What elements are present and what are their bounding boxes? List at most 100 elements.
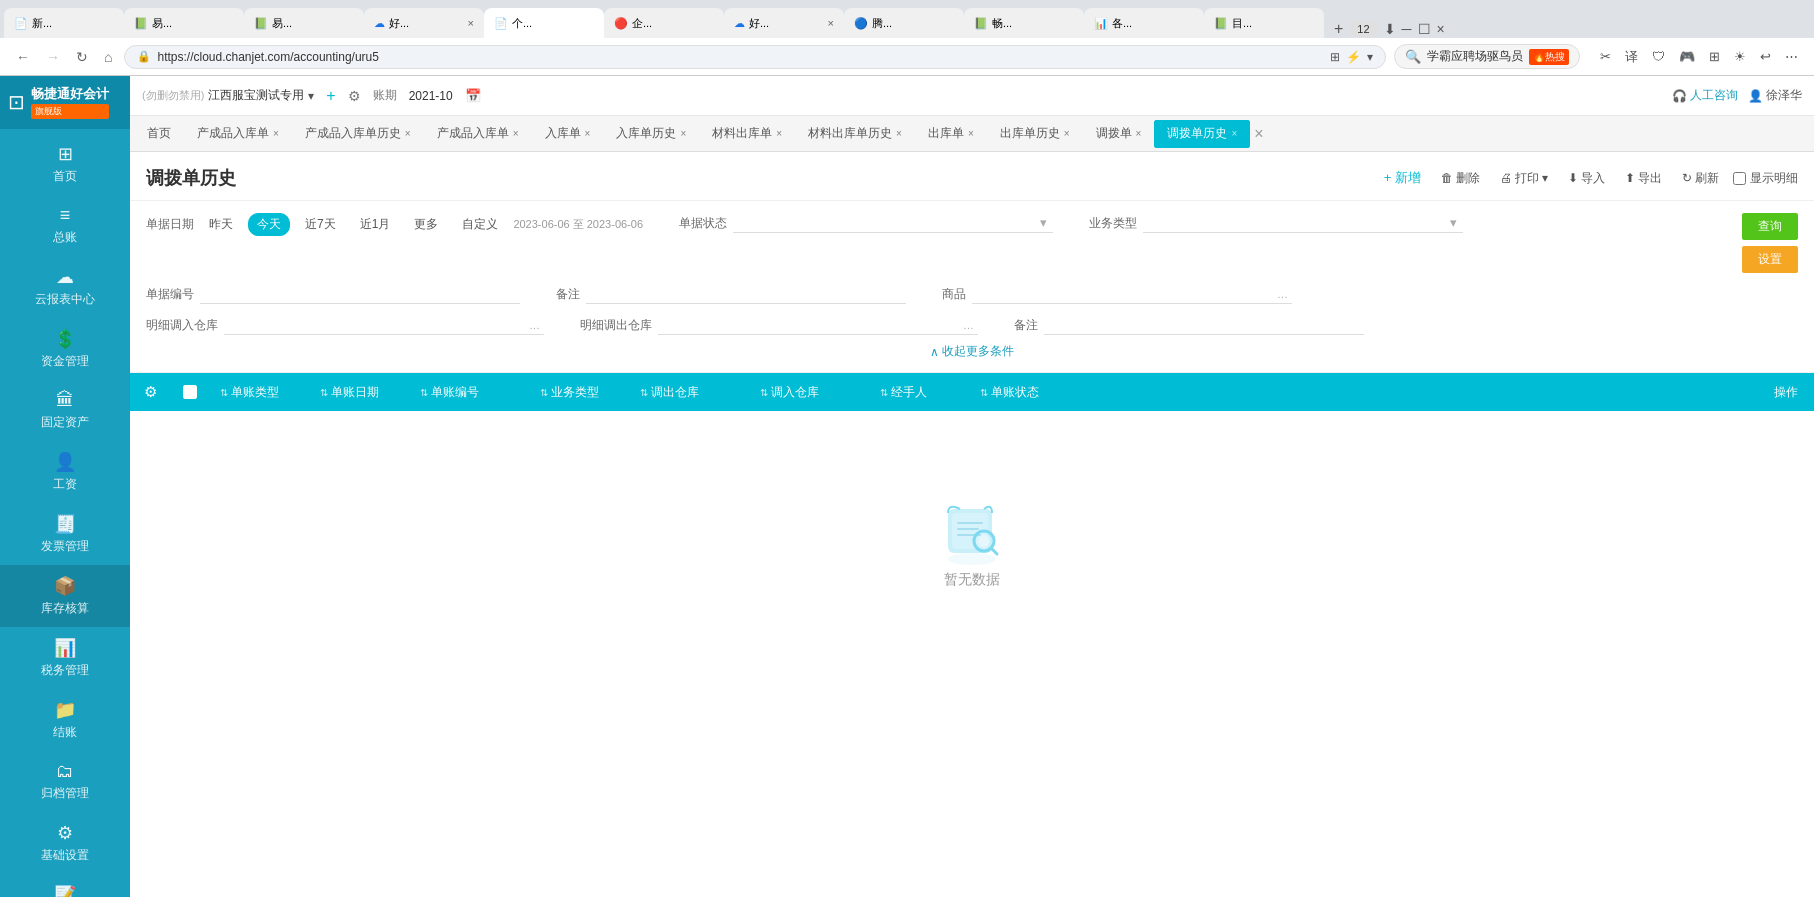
docno-input[interactable]	[200, 285, 520, 304]
sidebar-item-tax[interactable]: 📊 税务管理	[0, 627, 130, 689]
consultation-btn[interactable]: 🎧 人工咨询	[1672, 87, 1738, 104]
th-type[interactable]: ⇅ 单账类型	[210, 384, 310, 401]
browser-tab-7[interactable]: ☁ 好... ×	[724, 8, 844, 38]
menu-icon[interactable]: ⋯	[1781, 47, 1802, 66]
goods-ellipsis[interactable]: …	[1277, 288, 1288, 300]
query-btn[interactable]: 查询	[1742, 213, 1798, 240]
goods-input[interactable]	[976, 287, 1277, 301]
collapse-btn[interactable]: ∧ 收起更多条件	[930, 343, 1014, 360]
sidebar-item-invoice[interactable]: 🧾 发票管理	[0, 503, 130, 565]
browser-tab-4[interactable]: ☁ 好... ×	[364, 8, 484, 38]
note-input[interactable]	[1044, 316, 1364, 335]
home-btn[interactable]: ⌂	[100, 47, 116, 67]
settings-gear-icon[interactable]: ⚙	[348, 88, 361, 104]
scissors-icon[interactable]: ✂	[1596, 47, 1615, 66]
lightning-icon[interactable]: ⚡	[1346, 50, 1361, 64]
browser-tab-2[interactable]: 📗 易...	[124, 8, 244, 38]
sidebar-item-closing[interactable]: 📁 结账	[0, 689, 130, 751]
page-tab-8[interactable]: 出库单 ×	[915, 120, 987, 148]
user-info[interactable]: 👤 徐泽华	[1748, 87, 1802, 104]
refresh-btn-main[interactable]: ↻ 刷新	[1676, 167, 1725, 190]
add-company-btn[interactable]: +	[326, 87, 335, 105]
detailout-ellipsis[interactable]: …	[963, 319, 974, 331]
status-select[interactable]: ▾	[733, 213, 1053, 233]
show-all-checkbox[interactable]	[1733, 172, 1746, 185]
new-btn[interactable]: + 新增	[1378, 166, 1427, 190]
export-btn[interactable]: ⬆ 导出	[1619, 167, 1668, 190]
page-tab-3-close[interactable]: ×	[513, 128, 519, 139]
print-btn[interactable]: 🖨 打印 ▾	[1494, 167, 1554, 190]
close-window-icon[interactable]: ×	[1437, 21, 1445, 37]
page-tab-1[interactable]: 产成品入库单 ×	[184, 120, 292, 148]
page-tab-2[interactable]: 产成品入库单历史 ×	[292, 120, 424, 148]
date-1month-btn[interactable]: 近1月	[351, 213, 400, 236]
th-status[interactable]: ⇅ 单账状态	[970, 384, 1070, 401]
page-tab-6-close[interactable]: ×	[776, 128, 782, 139]
th-outwh[interactable]: ⇅ 调出仓库	[630, 384, 750, 401]
browser-tab-9[interactable]: 📗 畅...	[964, 8, 1084, 38]
th-date[interactable]: ⇅ 单账日期	[310, 384, 410, 401]
calendar-icon[interactable]: 📅	[465, 88, 481, 103]
page-tab-7[interactable]: 材料出库单历史 ×	[795, 120, 915, 148]
tab-7-close[interactable]: ×	[828, 17, 834, 29]
select-all-checkbox[interactable]	[183, 385, 197, 399]
refresh-btn[interactable]: ↻	[72, 47, 92, 67]
sidebar-item-home[interactable]: ⊞ 首页	[0, 133, 130, 195]
page-tab-9[interactable]: 出库单历史 ×	[987, 120, 1083, 148]
detailin-input[interactable]	[228, 318, 529, 332]
sidebar-item-salary[interactable]: 👤 工资	[0, 441, 130, 503]
new-tab-btn[interactable]: +	[1334, 20, 1343, 38]
table-settings-icon[interactable]: ⚙	[144, 383, 157, 401]
search-box[interactable]: 🔍 学霸应聘场驱鸟员 🔥热搜	[1394, 44, 1580, 69]
translate-icon[interactable]: 译	[1621, 46, 1642, 68]
show-all-toggle[interactable]: 显示明细	[1733, 170, 1798, 187]
maximize-icon[interactable]: ☐	[1418, 21, 1431, 37]
company-selector[interactable]: (勿删勿禁用) 江西服宝测试专用 ▾	[142, 87, 314, 104]
th-inwh[interactable]: ⇅ 调入仓库	[750, 384, 870, 401]
page-tab-11[interactable]: 调拨单历史 ×	[1154, 120, 1250, 148]
page-tab-10-close[interactable]: ×	[1136, 128, 1142, 139]
date-custom-btn[interactable]: 自定义	[453, 213, 507, 236]
page-tab-5-close[interactable]: ×	[680, 128, 686, 139]
import-btn[interactable]: ⬇ 导入	[1562, 167, 1611, 190]
download-icon[interactable]: ⬇	[1384, 21, 1396, 37]
page-tab-7-close[interactable]: ×	[896, 128, 902, 139]
undo-icon[interactable]: ↩	[1756, 47, 1775, 66]
th-handler[interactable]: ⇅ 经手人	[870, 384, 970, 401]
detailin-ellipsis[interactable]: …	[529, 319, 540, 331]
page-tab-11-close[interactable]: ×	[1231, 128, 1237, 139]
th-settings[interactable]: ⚙	[130, 383, 170, 401]
remark-input[interactable]	[586, 285, 906, 304]
page-tab-home[interactable]: 首页	[134, 120, 184, 148]
back-btn[interactable]: ←	[12, 47, 34, 67]
game-icon[interactable]: 🎮	[1675, 47, 1699, 66]
page-tabs-close-all[interactable]: ×	[1254, 125, 1263, 143]
biztype-select[interactable]: ▾	[1143, 213, 1463, 233]
url-input[interactable]: 🔒 https://cloud.chanjet.com/accounting/u…	[124, 45, 1386, 69]
browser-tab-10[interactable]: 📊 各...	[1084, 8, 1204, 38]
page-tab-5[interactable]: 入库单历史 ×	[603, 120, 699, 148]
page-tab-2-close[interactable]: ×	[405, 128, 411, 139]
date-today-btn[interactable]: 今天	[248, 213, 290, 236]
browser-tab-6[interactable]: 🔴 企...	[604, 8, 724, 38]
th-checkbox[interactable]	[170, 385, 210, 399]
page-tab-8-close[interactable]: ×	[968, 128, 974, 139]
dropdown-icon[interactable]: ▾	[1367, 50, 1373, 64]
site-info-icon[interactable]: ⊞	[1330, 50, 1340, 64]
detailout-input-area[interactable]: …	[658, 316, 978, 335]
page-tab-1-close[interactable]: ×	[273, 128, 279, 139]
delete-btn[interactable]: 🗑 🗑 删除 删除	[1435, 167, 1486, 190]
date-7days-btn[interactable]: 近7天	[296, 213, 345, 236]
page-tab-9-close[interactable]: ×	[1064, 128, 1070, 139]
goods-input-area[interactable]: …	[972, 285, 1292, 304]
sidebar-item-settings[interactable]: ⚙ 基础设置	[0, 812, 130, 874]
date-more-btn[interactable]: 更多	[405, 213, 447, 236]
page-tab-4-close[interactable]: ×	[585, 128, 591, 139]
setting-btn[interactable]: 设置	[1742, 246, 1798, 273]
detailin-input-area[interactable]: …	[224, 316, 544, 335]
tab-4-close[interactable]: ×	[468, 17, 474, 29]
grid-icon[interactable]: ⊞	[1705, 47, 1724, 66]
th-biztype[interactable]: ⇅ 业务类型	[530, 384, 630, 401]
brightness-icon[interactable]: ☀	[1730, 47, 1750, 66]
date-yesterday-btn[interactable]: 昨天	[200, 213, 242, 236]
